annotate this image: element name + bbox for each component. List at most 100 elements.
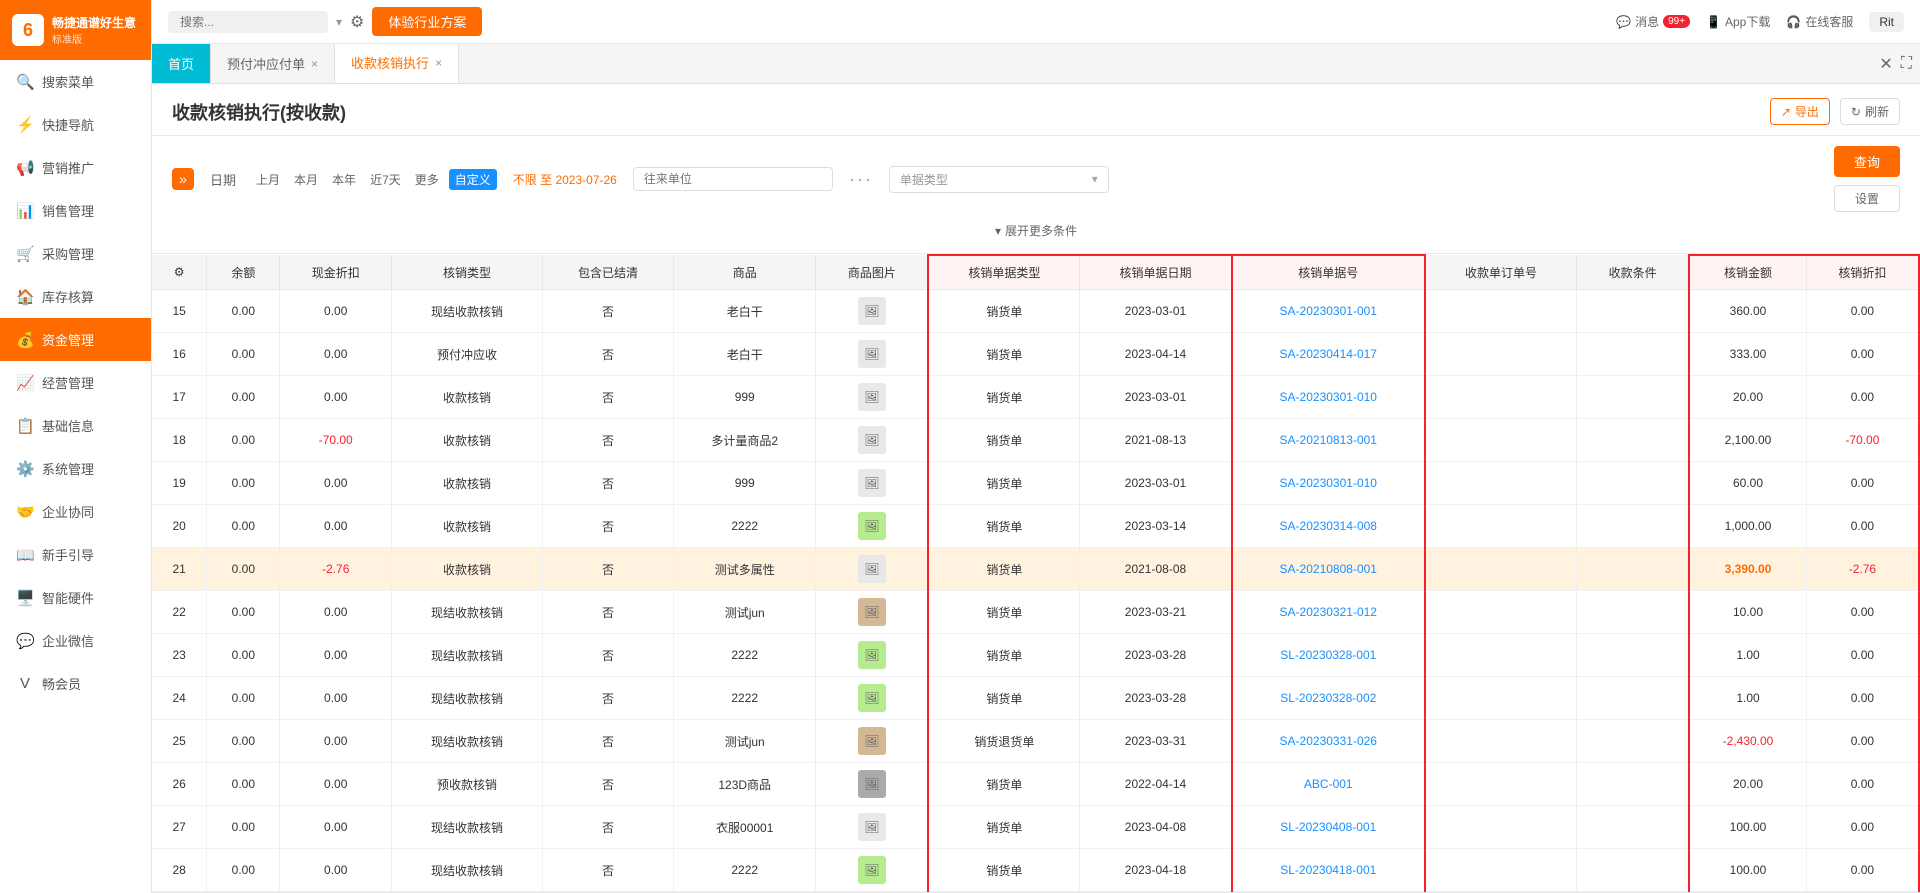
export-button[interactable]: ↗ 导出 [1770, 98, 1830, 125]
sidebar-item-operations[interactable]: 📈 经营管理 [0, 361, 151, 404]
row-doc-no: SA-20210808-001 [1232, 548, 1426, 591]
row-cash-discount: -2.76 [280, 548, 392, 591]
sidebar-item-quick-nav[interactable]: ⚡ 快捷导航 [0, 103, 151, 146]
col-amount: 核销金额 [1689, 255, 1806, 290]
row-doc-type: 销货单 [928, 505, 1080, 548]
doc-no-link[interactable]: SL-20230408-001 [1280, 820, 1376, 834]
vip-icon: V [16, 675, 34, 692]
this-year-link[interactable]: 本年 [328, 169, 360, 190]
sidebar-item-vip[interactable]: V 畅会员 [0, 662, 151, 705]
doc-no-link[interactable]: SA-20230301-010 [1280, 476, 1377, 490]
this-month-link[interactable]: 本月 [290, 169, 322, 190]
sidebar-item-wechat[interactable]: 💬 企业微信 [0, 619, 151, 662]
doc-no-link[interactable]: SA-20230331-026 [1280, 734, 1377, 748]
sidebar-item-sales[interactable]: 📊 销售管理 [0, 189, 151, 232]
col-verify-type: 核销类型 [392, 255, 543, 290]
row-goods: 测试jun [674, 591, 816, 634]
tab-prepay[interactable]: 预付冲应付单 × [211, 44, 335, 83]
sidebar-item-finance[interactable]: 💰 资金管理 [0, 318, 151, 361]
last-month-link[interactable]: 上月 [252, 169, 284, 190]
col-settings[interactable]: ⚙ [152, 255, 207, 290]
row-payment-cond [1577, 677, 1690, 720]
sidebar-item-inventory[interactable]: 🏠 库存核算 [0, 275, 151, 318]
tab-verify-close[interactable]: × [435, 56, 442, 70]
sidebar-item-hardware[interactable]: 🖥️ 智能硬件 [0, 576, 151, 619]
row-doc-type: 销货单 [928, 376, 1080, 419]
message-button[interactable]: 💬 消息 99+ [1616, 13, 1690, 30]
row-id: 28 [152, 849, 207, 892]
row-amount: 1,000.00 [1689, 505, 1806, 548]
tab-prepay-close[interactable]: × [311, 57, 318, 71]
sidebar-item-system[interactable]: ⚙️ 系统管理 [0, 447, 151, 490]
date-links: 上月 本月 本年 近7天 更多 自定义 [252, 169, 497, 190]
gear-icon[interactable]: ⚙ [350, 12, 364, 32]
row-cash-discount: 0.00 [280, 591, 392, 634]
row-order-no [1425, 290, 1577, 333]
row-balance: 0.00 [207, 548, 280, 591]
row-cash-discount: 0.00 [280, 376, 392, 419]
row-doc-type: 销货单 [928, 634, 1080, 677]
user-profile[interactable]: Rit [1869, 12, 1904, 32]
settings-button[interactable]: 设置 [1834, 185, 1900, 212]
expand-more-label: 展开更多条件 [1005, 222, 1077, 239]
row-goods: 2222 [674, 634, 816, 677]
doc-no-link[interactable]: SL-20230418-001 [1280, 863, 1376, 877]
sidebar-item-marketing[interactable]: 📢 营销推广 [0, 146, 151, 189]
quick-nav-icon: ⚡ [16, 116, 34, 134]
filter-expand-button[interactable]: » [172, 168, 194, 190]
doc-no-link[interactable]: SA-20210808-001 [1280, 562, 1377, 576]
doc-type-select[interactable]: 单据类型 ▾ [889, 166, 1109, 193]
row-discount: 0.00 [1806, 677, 1919, 720]
row-balance: 0.00 [207, 333, 280, 376]
row-id: 25 [152, 720, 207, 763]
sidebar-item-basics[interactable]: 📋 基础信息 [0, 404, 151, 447]
topbar: ▾ ⚙ 体验行业方案 💬 消息 99+ 📱 App下载 🎧 在线客服 Rit [152, 0, 1920, 44]
tab-verify[interactable]: 收款核销执行 × [335, 44, 459, 83]
doc-no-link[interactable]: SA-20230301-001 [1280, 304, 1377, 318]
refresh-button[interactable]: ↻ 刷新 [1840, 98, 1900, 125]
doc-no-link[interactable]: SA-20230314-008 [1280, 519, 1377, 533]
row-included: 否 [542, 677, 673, 720]
tab-maximize-icon[interactable]: ⛶ [1901, 55, 1912, 73]
sidebar-item-search[interactable]: 🔍 搜索菜单 [0, 60, 151, 103]
sidebar-item-collab[interactable]: 🤝 企业协同 [0, 490, 151, 533]
chevron-down-icon[interactable]: ▾ [336, 15, 342, 29]
row-doc-type: 销货单 [928, 548, 1080, 591]
doc-no-link[interactable]: ABC-001 [1304, 777, 1353, 791]
col-goods: 商品 [674, 255, 816, 290]
doc-no-link[interactable]: SL-20230328-001 [1280, 648, 1376, 662]
row-id: 24 [152, 677, 207, 720]
tab-home[interactable]: 首页 [152, 44, 211, 83]
tab-close-all-icon[interactable]: ✕ [1879, 54, 1892, 74]
row-id: 23 [152, 634, 207, 677]
sidebar-item-purchase[interactable]: 🛒 采购管理 [0, 232, 151, 275]
last-7-days-link[interactable]: 近7天 [366, 169, 405, 190]
row-id: 17 [152, 376, 207, 419]
doc-no-link[interactable]: SA-20230414-017 [1280, 347, 1377, 361]
row-verify-type: 收款核销 [392, 505, 543, 548]
sidebar-item-label: 智能硬件 [42, 588, 94, 607]
expand-more-button[interactable]: ▾ 展开更多条件 [172, 218, 1900, 243]
doc-no-link[interactable]: SA-20230321-012 [1280, 605, 1377, 619]
more-date-link[interactable]: 更多 [411, 169, 443, 190]
app-download-button[interactable]: 📱 App下载 [1706, 13, 1770, 30]
custom-date-link[interactable]: 自定义 [449, 169, 497, 190]
row-order-no [1425, 376, 1577, 419]
query-button[interactable]: 查询 [1834, 146, 1900, 177]
collab-icon: 🤝 [16, 503, 34, 521]
row-cash-discount: 0.00 [280, 290, 392, 333]
search-input[interactable] [168, 11, 328, 33]
doc-no-link[interactable]: SA-20210813-001 [1280, 433, 1377, 447]
online-service-button[interactable]: 🎧 在线客服 [1786, 13, 1853, 30]
doc-no-link[interactable]: SL-20230328-002 [1280, 691, 1376, 705]
table-row: 21 0.00 -2.76 收款核销 否 测试多属性 🖼 销货单 2021-08… [152, 548, 1919, 591]
doc-no-link[interactable]: SA-20230301-010 [1280, 390, 1377, 404]
row-discount: 0.00 [1806, 849, 1919, 892]
row-discount: 0.00 [1806, 806, 1919, 849]
trial-button[interactable]: 体验行业方案 [372, 7, 482, 36]
row-cash-discount: 0.00 [280, 677, 392, 720]
sidebar-item-guide[interactable]: 📖 新手引导 [0, 533, 151, 576]
partner-input[interactable] [633, 167, 833, 191]
row-amount: 10.00 [1689, 591, 1806, 634]
more-options-icon[interactable]: ··· [849, 169, 873, 190]
